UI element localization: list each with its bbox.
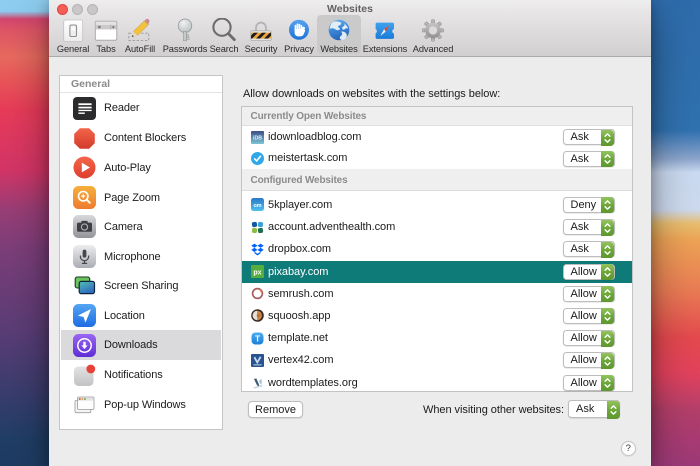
svg-text:px: px xyxy=(253,269,261,276)
svg-text:iDB: iDB xyxy=(253,135,262,141)
svg-text:om: om xyxy=(253,203,261,209)
svg-text:T: T xyxy=(255,333,261,343)
